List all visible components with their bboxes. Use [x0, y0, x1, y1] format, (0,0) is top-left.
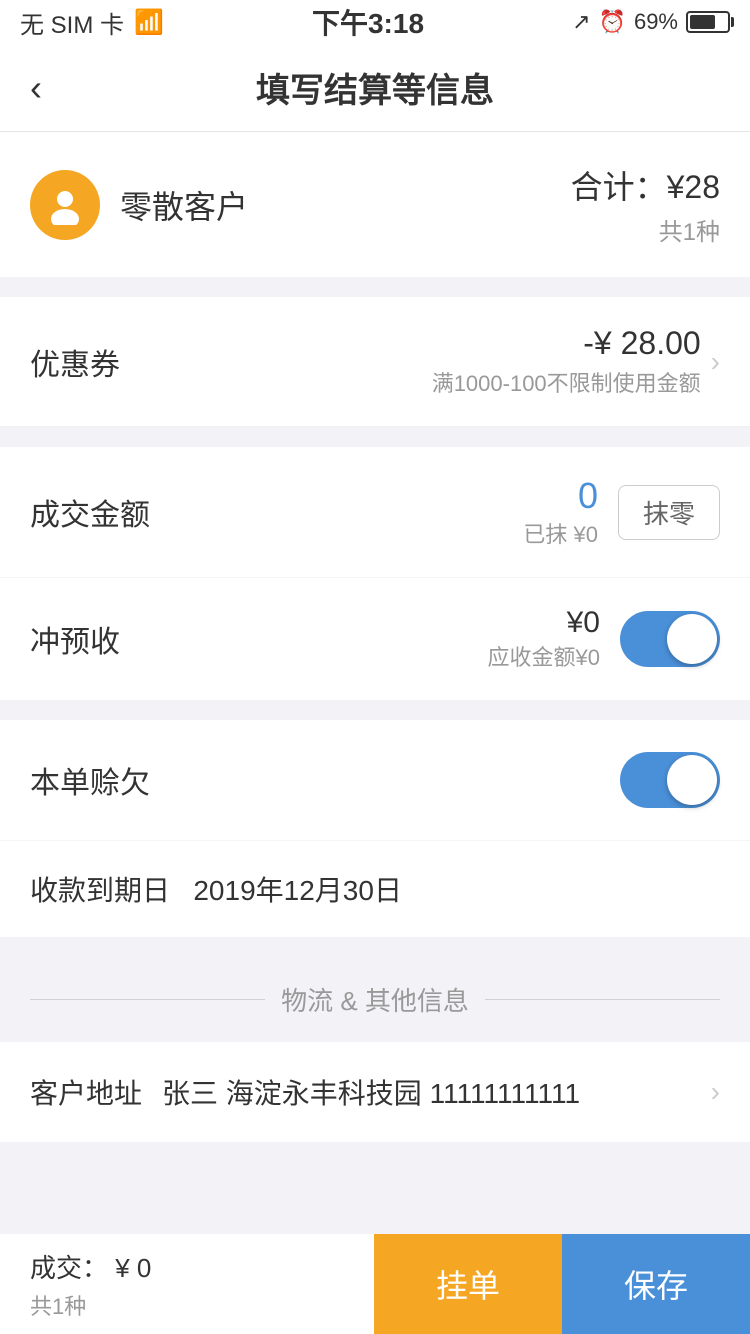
customer-name: 零散客户: [120, 182, 248, 228]
advance-col: ¥0 应收金额¥0: [488, 606, 600, 672]
coupon-right-col: -¥ 28.00 满1000-100不限制使用金额: [432, 325, 701, 398]
advance-label: 冲预收: [30, 617, 120, 661]
location-icon: ↗: [572, 9, 590, 35]
bottom-bar: 成交： ¥ 0 共1种 挂单 保存: [0, 1234, 750, 1334]
sim-label: 无 SIM 卡: [20, 5, 124, 40]
deal-amount-col: 0 已抹 ¥0: [523, 475, 598, 549]
line-left: [30, 999, 265, 1000]
back-button[interactable]: ‹: [30, 67, 42, 109]
status-left: 无 SIM 卡 📶: [20, 5, 164, 40]
advance-value: ¥0: [567, 606, 600, 640]
advance-row: 冲预收 ¥0 应收金额¥0: [0, 578, 750, 700]
coupon-desc: 满1000-100不限制使用金额: [432, 366, 701, 398]
coupon-right: -¥ 28.00 满1000-100不限制使用金额 ›: [432, 325, 720, 398]
advance-right: ¥0 应收金额¥0: [488, 606, 720, 672]
address-section: 客户地址 张三 海淀永丰科技园 11111111111 ›: [0, 1042, 750, 1142]
deal-amount-value[interactable]: 0: [538, 475, 598, 517]
address-value: 张三 海淀永丰科技园 11111111111: [162, 1072, 711, 1112]
battery-icon: [686, 11, 730, 33]
customer-right: 合计：¥28 共1种: [571, 162, 720, 247]
save-button[interactable]: 保存: [562, 1234, 750, 1334]
bottom-deal-value: ¥ 0: [115, 1253, 151, 1283]
coupon-row[interactable]: 优惠券 -¥ 28.00 满1000-100不限制使用金额 ›: [0, 297, 750, 427]
bottom-count: 共1种: [30, 1289, 344, 1321]
deal-amount-sub: 已抹 ¥0: [523, 517, 598, 549]
due-date-row: 收款到期日 2019年12月30日: [0, 840, 750, 937]
status-time: 下午3:18: [312, 2, 424, 42]
coupon-label: 优惠券: [30, 340, 120, 384]
coupon-section: 优惠券 -¥ 28.00 满1000-100不限制使用金额 ›: [0, 297, 750, 427]
customer-left: 零散客户: [30, 170, 248, 240]
debt-toggle-knob: [667, 755, 717, 805]
status-right: ↗ ⏰ 69%: [572, 9, 730, 35]
status-bar: 无 SIM 卡 📶 下午3:18 ↗ ⏰ 69%: [0, 0, 750, 44]
coupon-value: -¥ 28.00: [432, 325, 701, 362]
advance-toggle-knob: [667, 614, 717, 664]
deal-amount-label: 成交金额: [30, 490, 150, 534]
deal-amount-row: 成交金额 0 已抹 ¥0 抹零: [0, 447, 750, 578]
deal-section: 成交金额 0 已抹 ¥0 抹零 冲预收 ¥0 应收金额¥0: [0, 447, 750, 700]
customer-row: 零散客户 合计：¥28 共1种: [0, 132, 750, 277]
debt-row: 本单赊欠: [0, 720, 750, 840]
round-button[interactable]: 抹零: [618, 485, 720, 540]
debt-toggle[interactable]: [620, 752, 720, 808]
alarm-icon: ⏰: [599, 9, 626, 35]
debt-label: 本单赊欠: [30, 758, 150, 802]
wifi-icon: 📶: [134, 8, 164, 37]
advance-sub: 应收金额¥0: [488, 640, 600, 672]
logistics-title: 物流 & 其他信息: [281, 981, 469, 1018]
address-chevron-icon: ›: [711, 1076, 720, 1108]
avatar: [30, 170, 100, 240]
due-date-label: 收款到期日 2019年12月30日: [30, 875, 402, 906]
battery-percent: 69%: [634, 9, 678, 35]
advance-toggle[interactable]: [620, 611, 720, 667]
total-amount: 合计：¥28: [571, 162, 720, 208]
address-row[interactable]: 客户地址 张三 海淀永丰科技园 11111111111 ›: [0, 1042, 750, 1142]
logistics-header: 物流 & 其他信息: [0, 957, 750, 1042]
line-right: [485, 999, 720, 1000]
debt-section: 本单赊欠 收款到期日 2019年12月30日: [0, 720, 750, 937]
bottom-deal-label: 成交：: [30, 1253, 108, 1283]
address-label: 客户地址: [30, 1072, 142, 1112]
coupon-chevron-icon: ›: [711, 346, 720, 378]
logistics-line: 物流 & 其他信息: [30, 981, 720, 1018]
bottom-info: 成交： ¥ 0 共1种: [0, 1248, 374, 1321]
total-count: 共1种: [571, 212, 720, 247]
hold-button[interactable]: 挂单: [374, 1234, 562, 1334]
bottom-deal: 成交： ¥ 0: [30, 1248, 344, 1285]
page-title: 填写结算等信息: [256, 63, 494, 112]
deal-amount-right: 0 已抹 ¥0 抹零: [523, 475, 720, 549]
nav-bar: ‹ 填写结算等信息: [0, 44, 750, 132]
due-date-value: 2019年12月30日: [193, 875, 402, 906]
